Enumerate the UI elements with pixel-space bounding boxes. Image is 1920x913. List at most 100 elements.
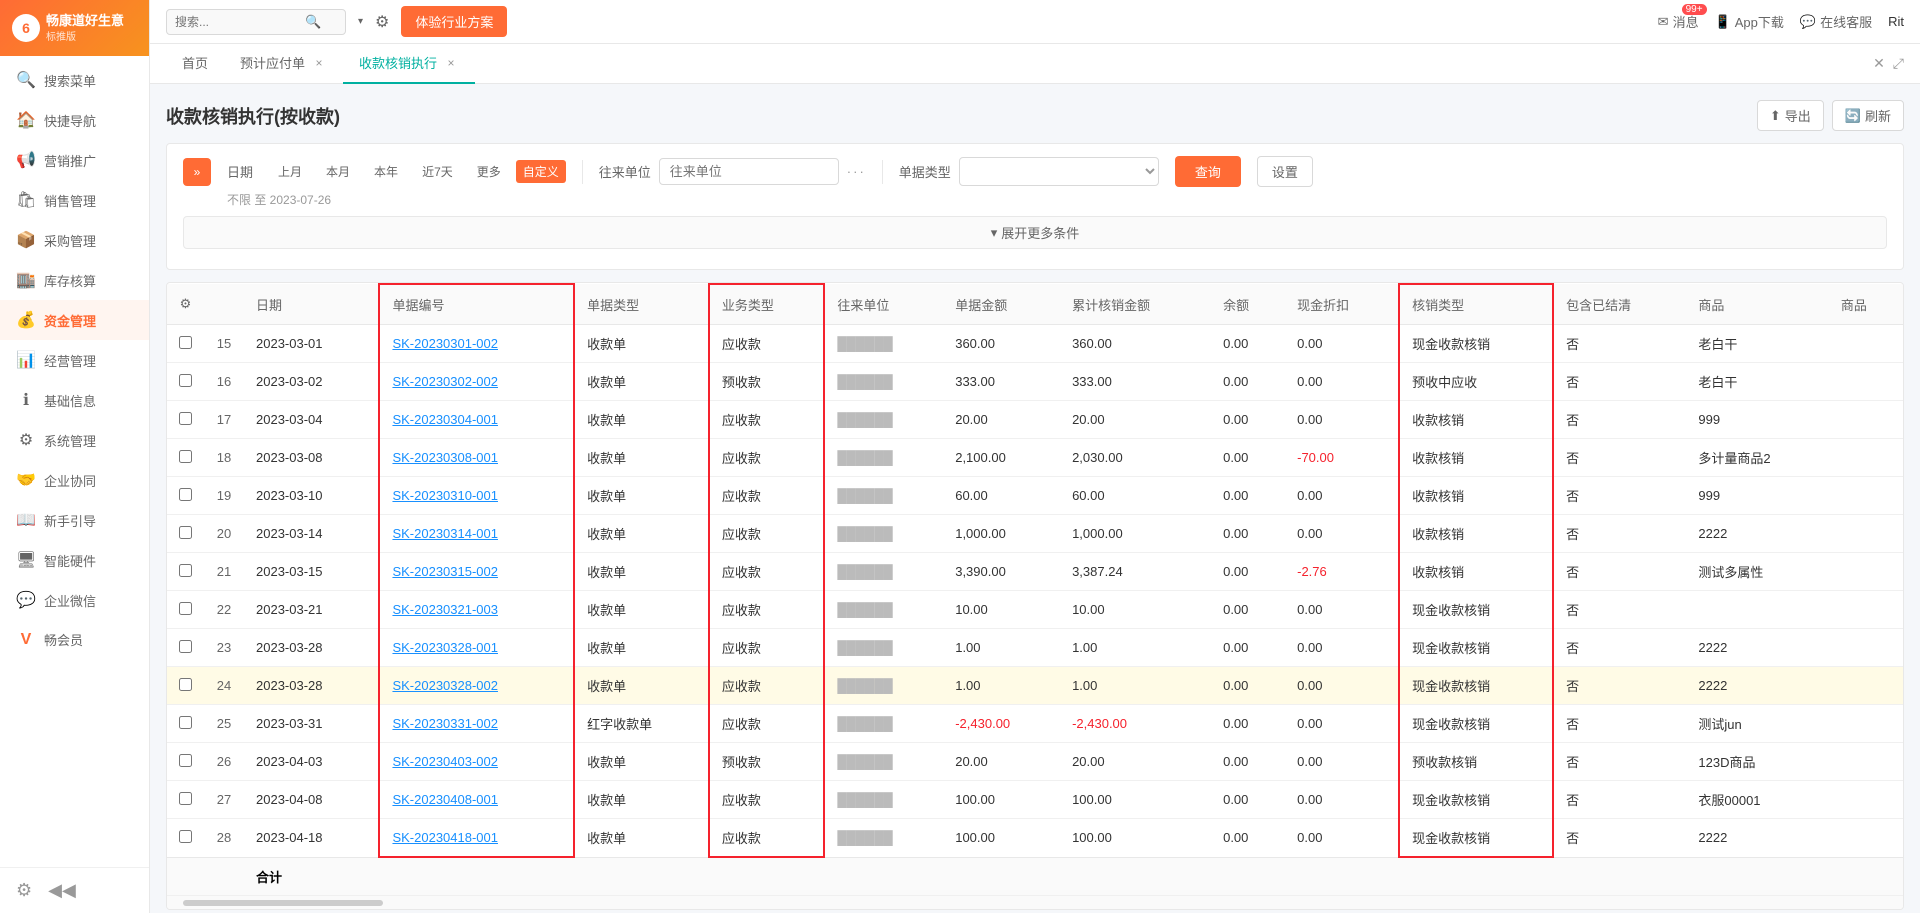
filter-expand-bar[interactable]: ▾ 展开更多条件	[183, 216, 1887, 249]
bill-no-link[interactable]: SK-20230331-002	[392, 716, 498, 731]
cell-date: 2023-03-21	[244, 591, 379, 629]
sidebar-item-system[interactable]: ⚙ 系统管理	[0, 420, 149, 460]
cell-checkbox[interactable]	[167, 781, 204, 819]
collapse-icon[interactable]: ◀◀	[48, 880, 76, 901]
cell-checkbox[interactable]	[167, 667, 204, 705]
date-btn-7days[interactable]: 近7天	[413, 159, 462, 184]
filter-collapse-btn[interactable]: »	[183, 158, 211, 186]
tab-home[interactable]: 首页	[166, 43, 224, 84]
online-service[interactable]: 💬 在线客服	[1800, 12, 1872, 31]
bill-no-link[interactable]: SK-20230304-001	[392, 412, 498, 427]
tab-collection-verify[interactable]: 收款核销执行 ×	[343, 43, 475, 84]
cell-bill-no: SK-20230408-001	[379, 781, 574, 819]
cell-bill-no: SK-20230315-002	[379, 553, 574, 591]
cell-checkbox[interactable]	[167, 477, 204, 515]
cell-checkbox[interactable]	[167, 629, 204, 667]
cell-settled: 否	[1553, 477, 1686, 515]
cell-verify-type: 现金收款核销	[1399, 667, 1553, 705]
cell-amount: 3,390.00	[943, 553, 1060, 591]
cell-verify-type: 收款核销	[1399, 477, 1553, 515]
cell-amount: 10.00	[943, 591, 1060, 629]
cell-checkbox[interactable]	[167, 743, 204, 781]
sidebar-item-finance[interactable]: 💰 资金管理	[0, 300, 149, 340]
cell-checkbox[interactable]	[167, 591, 204, 629]
date-btn-last-month[interactable]: 上月	[269, 159, 311, 184]
cell-bill-type: 收款单	[574, 515, 709, 553]
bill-no-link[interactable]: SK-20230403-002	[392, 754, 498, 769]
industry-btn[interactable]: 体验行业方案	[401, 6, 507, 37]
export-button[interactable]: ⬆ 导出	[1757, 100, 1824, 131]
app-download[interactable]: 📱 App下载	[1715, 12, 1784, 31]
col-settings[interactable]: ⚙	[167, 284, 204, 325]
bill-no-link[interactable]: SK-20230408-001	[392, 792, 498, 807]
bill-no-link[interactable]: SK-20230315-002	[392, 564, 498, 579]
query-button[interactable]: 查询	[1175, 156, 1241, 187]
date-btn-more[interactable]: 更多	[468, 159, 510, 184]
cell-checkbox[interactable]	[167, 401, 204, 439]
cell-bill-no: SK-20230301-002	[379, 325, 574, 363]
date-range-text: 不限 至 2023-07-26	[227, 193, 331, 207]
bill-no-link[interactable]: SK-20230328-001	[392, 640, 498, 655]
cell-checkbox[interactable]	[167, 515, 204, 553]
cell-checkbox[interactable]	[167, 439, 204, 477]
bill-no-link[interactable]: SK-20230308-001	[392, 450, 498, 465]
sidebar-item-nav[interactable]: 🏠 快捷导航	[0, 100, 149, 140]
sidebar-item-member[interactable]: V 畅会员	[0, 620, 149, 659]
bill-no-link[interactable]: SK-20230321-003	[392, 602, 498, 617]
sidebar-item-hardware[interactable]: 🖥 智能硬件	[0, 540, 149, 580]
page-actions: ⬆ 导出 🔄 刷新	[1757, 100, 1904, 131]
message-badge[interactable]: ✉ 消息 99+	[1658, 12, 1699, 31]
bill-no-link[interactable]: SK-20230314-001	[392, 526, 498, 541]
cell-verified: 60.00	[1060, 477, 1211, 515]
tab-close-collection-verify[interactable]: ×	[443, 55, 459, 71]
cell-checkbox[interactable]	[167, 363, 204, 401]
scroll-thumb[interactable]	[183, 900, 383, 906]
tab-close-pre-receivable[interactable]: ×	[311, 55, 327, 71]
tab-home-label: 首页	[182, 53, 208, 72]
sidebar-item-marketing[interactable]: 📢 营销推广	[0, 140, 149, 180]
sidebar-item-sales[interactable]: 🛍 销售管理	[0, 180, 149, 220]
bill-no-link[interactable]: SK-20230328-002	[392, 678, 498, 693]
date-btn-this-year[interactable]: 本年	[365, 159, 407, 184]
gear-icon[interactable]: ⚙	[375, 12, 389, 32]
sidebar-item-corp[interactable]: 🤝 企业协同	[0, 460, 149, 500]
user-name[interactable]: Rit	[1888, 14, 1904, 29]
filter-separator-1	[582, 160, 583, 184]
tab-expand-icon[interactable]: ⤢	[1893, 55, 1904, 72]
chevron-down-icon[interactable]: ▾	[358, 16, 363, 27]
bill-type-select[interactable]	[959, 157, 1159, 186]
tab-pre-receivable[interactable]: 预计应付单 ×	[224, 43, 343, 84]
sidebar-item-guide[interactable]: 📖 新手引导	[0, 500, 149, 540]
bill-no-link[interactable]: SK-20230301-002	[392, 336, 498, 351]
cell-date: 2023-03-15	[244, 553, 379, 591]
sidebar-item-operation[interactable]: 📊 经营管理	[0, 340, 149, 380]
cell-checkbox[interactable]	[167, 819, 204, 858]
cell-index: 26	[204, 743, 244, 781]
cell-checkbox[interactable]	[167, 553, 204, 591]
cell-cash-discount: 0.00	[1285, 819, 1399, 858]
bill-no-link[interactable]: SK-20230310-001	[392, 488, 498, 503]
bill-no-link[interactable]: SK-20230418-001	[392, 830, 498, 845]
cell-partner: ██████	[824, 401, 943, 439]
date-btn-custom[interactable]: 自定义	[516, 160, 566, 183]
sidebar-item-purchase[interactable]: 📦 采购管理	[0, 220, 149, 260]
settings-icon[interactable]: ⚙	[16, 880, 32, 901]
date-btn-this-month[interactable]: 本月	[317, 159, 359, 184]
refresh-button[interactable]: 🔄 刷新	[1832, 100, 1904, 131]
search-input[interactable]	[175, 15, 305, 29]
cell-checkbox[interactable]	[167, 705, 204, 743]
tab-close-all-icon[interactable]: ✕	[1873, 55, 1885, 72]
cell-amount: 1,000.00	[943, 515, 1060, 553]
bill-type-filter: 单据类型	[899, 157, 1159, 186]
partner-dots[interactable]: ···	[847, 164, 866, 179]
sidebar-item-wechat[interactable]: 💬 企业微信	[0, 580, 149, 620]
sidebar-item-search[interactable]: 🔍 搜索菜单	[0, 60, 149, 100]
partner-input[interactable]	[659, 158, 839, 185]
sales-icon: 🛍	[16, 190, 36, 210]
sidebar-item-inventory[interactable]: 🏬 库存核算	[0, 260, 149, 300]
sidebar-item-basic[interactable]: ℹ 基础信息	[0, 380, 149, 420]
bill-no-link[interactable]: SK-20230302-002	[392, 374, 498, 389]
settings-filter-button[interactable]: 设置	[1257, 156, 1313, 187]
cell-checkbox[interactable]	[167, 325, 204, 363]
cell-settled: 否	[1553, 705, 1686, 743]
